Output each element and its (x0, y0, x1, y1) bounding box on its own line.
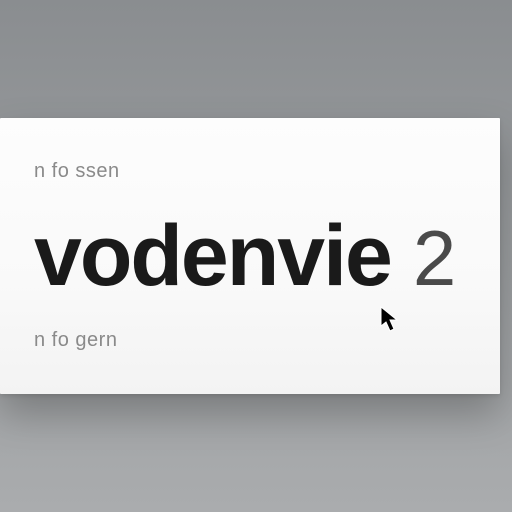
top-caption: n fo ssen (34, 160, 500, 183)
info-card: n fo ssen vodenvie 2 n fo gern (0, 118, 500, 394)
title-row: vodenvie 2 (34, 213, 500, 299)
bottom-caption: n fo gern (34, 329, 500, 352)
main-title: vodenvie (34, 213, 391, 299)
title-number: 2 (413, 219, 456, 297)
